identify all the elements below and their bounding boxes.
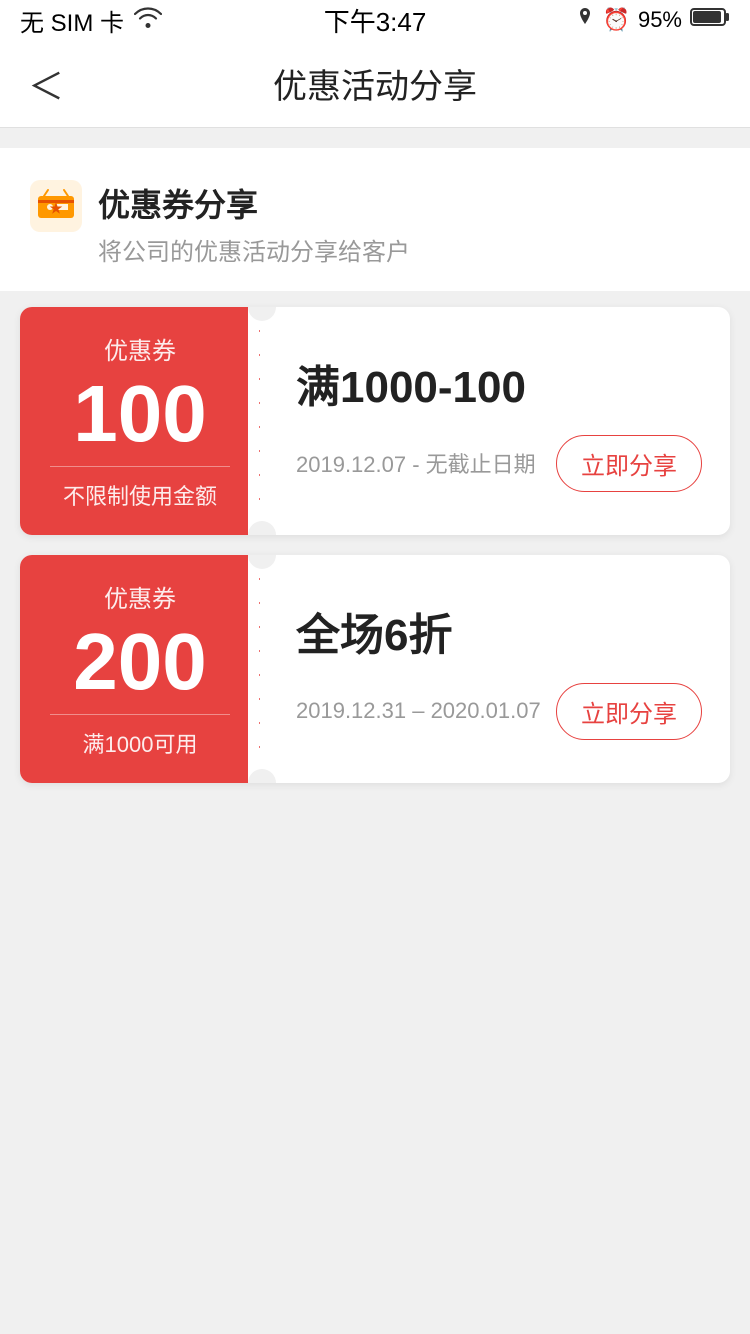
carrier-text: 无 SIM 卡 (20, 3, 124, 38)
coupon-list: 优惠券 100 不限制使用金额 满1000-100 2019.12.07 - 无… (0, 291, 750, 799)
section-header: ★ 优惠券分享 将公司的优惠活动分享给客户 (0, 148, 750, 291)
nav-title: 优惠活动分享 (273, 59, 477, 108)
coupon-date-2: 2019.12.31 – 2020.01.07 (296, 698, 541, 724)
coupon-label-2: 优惠券 (104, 579, 176, 614)
coupon-name-2: 全场6折 (296, 599, 702, 663)
coupon-condition-2: 满1000可用 (83, 727, 198, 759)
back-button[interactable]: ＜ (28, 58, 64, 110)
coupon-card-2: 优惠券 200 满1000可用 全场6折 2019.12.31 – 2020.0… (20, 555, 730, 783)
coupon-card-1: 优惠券 100 不限制使用金额 满1000-100 2019.12.07 - 无… (20, 307, 730, 535)
coupon-divider-2 (50, 714, 230, 715)
section-subtitle: 将公司的优惠活动分享给客户 (98, 232, 410, 267)
section-text: 优惠券分享 将公司的优惠活动分享给客户 (98, 180, 410, 267)
coupon-label-1: 优惠券 (104, 331, 176, 366)
coupon-left-2: 优惠券 200 满1000可用 (20, 555, 260, 783)
location-icon (575, 6, 595, 34)
share-button-1[interactable]: 立即分享 (556, 435, 702, 492)
coupon-divider-1 (50, 466, 230, 467)
coupon-amount-1: 100 (73, 374, 206, 454)
status-left: 无 SIM 卡 (20, 3, 162, 38)
svg-text:★: ★ (50, 200, 63, 216)
coupon-condition-1: 不限制使用金额 (63, 479, 217, 511)
battery-icon (690, 6, 730, 34)
alarm-icon: ⏰ (603, 7, 630, 33)
wifi-icon (134, 6, 162, 35)
battery-text: 95% (638, 7, 682, 33)
coupon-right-1: 满1000-100 2019.12.07 - 无截止日期 立即分享 (260, 307, 730, 535)
share-button-2[interactable]: 立即分享 (556, 683, 702, 740)
coupon-left-1: 优惠券 100 不限制使用金额 (20, 307, 260, 535)
status-time: 下午3:47 (324, 2, 427, 39)
nav-bar: ＜ 优惠活动分享 (0, 40, 750, 128)
coupon-name-1: 满1000-100 (296, 351, 702, 415)
section-title: 优惠券分享 (98, 180, 410, 226)
coupon-amount-2: 200 (73, 622, 206, 702)
coupon-footer-1: 2019.12.07 - 无截止日期 立即分享 (296, 435, 702, 492)
coupon-share-icon: ★ (30, 180, 82, 232)
status-bar: 无 SIM 卡 下午3:47 ⏰ 95% (0, 0, 750, 40)
coupon-right-2: 全场6折 2019.12.31 – 2020.01.07 立即分享 (260, 555, 730, 783)
coupon-date-1: 2019.12.07 - 无截止日期 (296, 447, 536, 479)
status-right: ⏰ 95% (575, 6, 730, 34)
empty-area (0, 799, 750, 1299)
coupon-footer-2: 2019.12.31 – 2020.01.07 立即分享 (296, 683, 702, 740)
